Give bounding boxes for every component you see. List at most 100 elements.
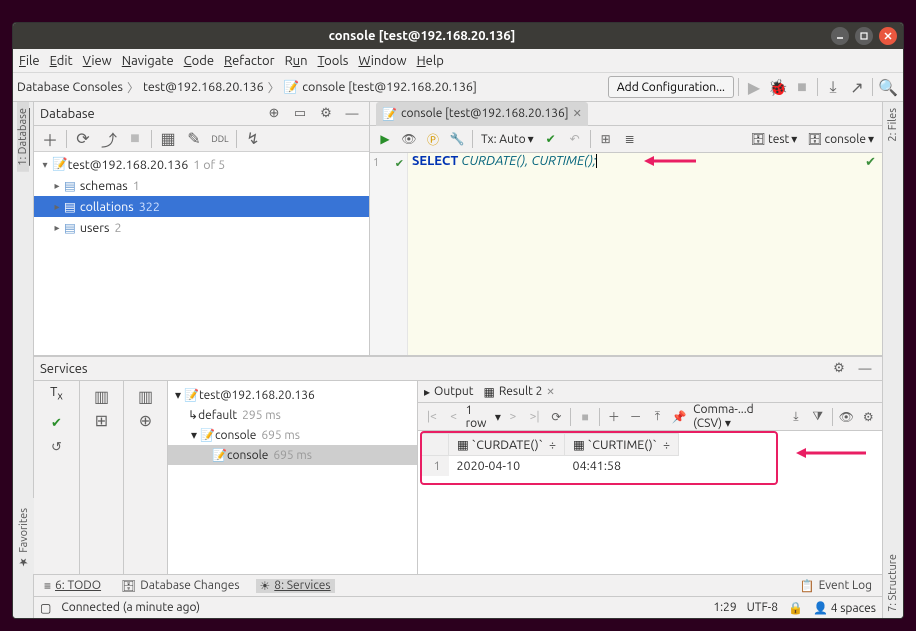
explain-icon[interactable]: 👁 [398, 128, 420, 150]
breadcrumb: Database Consoles 〉 test@192.168.20.136 … [17, 79, 477, 96]
services-settings-icon[interactable]: ⚙ [828, 358, 850, 380]
menu-window[interactable]: Window [358, 54, 406, 68]
run-icon[interactable]: ▶ [743, 76, 765, 98]
filter-result-icon[interactable]: ⧩ [808, 406, 828, 428]
tree-schemas[interactable]: ▸▤schemas1 [34, 175, 369, 196]
view2-icon[interactable]: ⊕ [135, 409, 157, 431]
last-page-icon[interactable]: >| [525, 406, 545, 428]
submit-icon[interactable]: ⤒ [648, 406, 668, 428]
first-page-icon[interactable]: |< [422, 406, 442, 428]
data-views-icon[interactable]: ▦ [156, 128, 180, 150]
svc-commit-icon[interactable]: ✔ [46, 413, 68, 435]
jump-to-console-icon[interactable]: ⤴ [97, 128, 121, 150]
maximize-button[interactable] [855, 27, 873, 45]
hide-icon[interactable]: — [341, 103, 363, 125]
services-hide-icon[interactable]: — [854, 358, 876, 380]
stop-result-icon[interactable]: ■ [575, 406, 595, 428]
view1-icon[interactable]: ▥ [135, 385, 157, 407]
debug-icon[interactable]: 🐞 [767, 76, 789, 98]
tab-output[interactable]: ▸ Output [424, 385, 474, 399]
output-icon[interactable]: ⊞ [595, 128, 617, 150]
sql-editor[interactable]: 1✔ SELECT CURDATE(), CURTIME(); ✔ [370, 153, 882, 355]
del-row-icon[interactable]: － [626, 406, 646, 428]
svc-node-console[interactable]: ▾📝 console 695 ms [168, 425, 417, 445]
add-row-icon[interactable]: ＋ [604, 406, 624, 428]
status-readonly-icon[interactable]: 🔒 [788, 601, 803, 615]
menu-refactor[interactable]: Refactor [224, 54, 275, 68]
minimize-button[interactable] [831, 27, 849, 45]
add-configuration-button[interactable]: Add Configuration... [608, 76, 734, 98]
menu-view[interactable]: View [83, 54, 112, 68]
ddl-icon[interactable]: DDL [208, 128, 232, 150]
target-icon[interactable]: ⊕ [263, 103, 285, 125]
tab-db-changes[interactable]: 🗄 Database Changes [117, 579, 243, 593]
breadcrumb-root[interactable]: Database Consoles [17, 80, 123, 94]
col-curtime[interactable]: ▦ `CURTIME()` ÷ [565, 434, 679, 456]
execute-plan-icon[interactable]: Ⓟ [422, 128, 444, 150]
new-datasource-icon[interactable]: ＋ [38, 128, 62, 150]
vcs-icon[interactable]: ⤓ [822, 76, 844, 98]
status-caret-pos[interactable]: 1:29 [713, 601, 736, 614]
console-icon[interactable]: ≣ [619, 128, 641, 150]
menu-file[interactable]: File [19, 54, 40, 68]
tab-services[interactable]: ☀ 8: Services [256, 579, 335, 593]
svc-node-root[interactable]: ▾📝 test@192.168.20.136 [168, 385, 417, 405]
execute-icon[interactable]: ▶ [374, 128, 396, 150]
commit-icon[interactable]: ✔ [540, 128, 562, 150]
result-row-1[interactable]: 1 2020-04-10 04:41:58 [421, 456, 679, 477]
tx-mode-combo[interactable]: Tx: Auto ▾ [477, 132, 538, 146]
tree-users[interactable]: ▸▤users2 [34, 217, 369, 238]
rail-tab-files[interactable]: 2: Files [887, 102, 899, 148]
rail-tab-structure[interactable]: 7: Structure [887, 548, 899, 618]
editor-toolbar: ▶ 👁 Ⓟ 🔧 Tx: Auto ▾ ✔ ↶ ⊞ ≣ 🗄 test ▾ 🗄 [370, 126, 882, 153]
reload-icon[interactable]: ⟳ [547, 406, 567, 428]
tab-todo[interactable]: ≡ 6: TODO [40, 579, 105, 593]
prev-page-icon[interactable]: < [444, 406, 464, 428]
close-tab-icon[interactable]: ✕ [573, 107, 582, 120]
menu-tools[interactable]: Tools [318, 54, 349, 68]
stop-icon[interactable]: ■ [123, 128, 147, 150]
close-button[interactable] [879, 27, 897, 45]
expand-icon[interactable]: ▭ [289, 103, 311, 125]
download-icon[interactable]: ⤓ [786, 406, 806, 428]
menu-code[interactable]: Code [184, 54, 214, 68]
rollback-icon[interactable]: ↶ [564, 128, 586, 150]
tree-collapse-icon[interactable]: ▥ [91, 385, 113, 407]
status-encoding[interactable]: UTF-8 [747, 601, 778, 614]
breadcrumb-console[interactable]: 📝 console [test@192.168.20.136] [284, 80, 477, 95]
sync-icon[interactable]: ⟳ [71, 128, 95, 150]
menu-help[interactable]: Help [417, 54, 444, 68]
settings2-icon[interactable]: 🔧 [446, 128, 468, 150]
menu-edit[interactable]: Edit [50, 54, 73, 68]
settings-icon[interactable]: ⚙ [315, 103, 337, 125]
result-settings-icon[interactable]: ⚙ [858, 406, 878, 428]
branch-icon[interactable]: ↗ [846, 76, 868, 98]
menu-navigate[interactable]: Navigate [122, 54, 174, 68]
svc-node-console-child[interactable]: 📝 console 695 ms [168, 445, 417, 465]
stop-icon[interactable]: ■ [791, 76, 813, 98]
tree-layout-icon[interactable]: ⊞ [91, 409, 113, 431]
pin-icon[interactable]: 📌 [669, 406, 689, 428]
tree-root[interactable]: ▾📝 test@192.168.20.1361 of 5 [34, 154, 369, 175]
rail-tab-favorites[interactable]: ★ Favorites [17, 502, 30, 574]
tab-result2[interactable]: ▦ Result 2 ✕ [484, 385, 555, 399]
rail-tab-database[interactable]: 1: Database [17, 102, 29, 172]
svc-node-default[interactable]: ↳default 295 ms [168, 405, 417, 425]
col-curdate[interactable]: ▦ `CURDATE()` ÷ [449, 434, 565, 456]
export-format-combo[interactable]: Comma-...d (CSV) ▾ [693, 403, 784, 430]
tree-collations[interactable]: ▸▤collations322 [34, 196, 369, 217]
next-page-icon[interactable]: > [503, 406, 523, 428]
status-indent[interactable]: 👤 4 spaces [813, 601, 876, 615]
schema-combo[interactable]: 🗄 console ▾ [803, 132, 878, 146]
breadcrumb-datasource[interactable]: test@192.168.20.136 [143, 80, 264, 94]
view-mode-icon[interactable]: 👁 [837, 406, 857, 428]
menu-run[interactable]: Run [285, 54, 308, 68]
svc-rollback-icon[interactable]: ↺ [46, 437, 68, 459]
datasource-combo[interactable]: 🗄 test ▾ [747, 132, 802, 146]
tab-event-log[interactable]: 📋 Event Log [796, 579, 876, 593]
filter-icon[interactable]: ↯ [241, 128, 265, 150]
edit-data-icon[interactable]: ✎ [182, 128, 206, 150]
status-collapse-icon[interactable]: ▢ [40, 601, 51, 615]
search-icon[interactable]: 🔍 [877, 76, 899, 98]
editor-tab-console[interactable]: 📝 console [test@192.168.20.136] ✕ [376, 102, 588, 126]
